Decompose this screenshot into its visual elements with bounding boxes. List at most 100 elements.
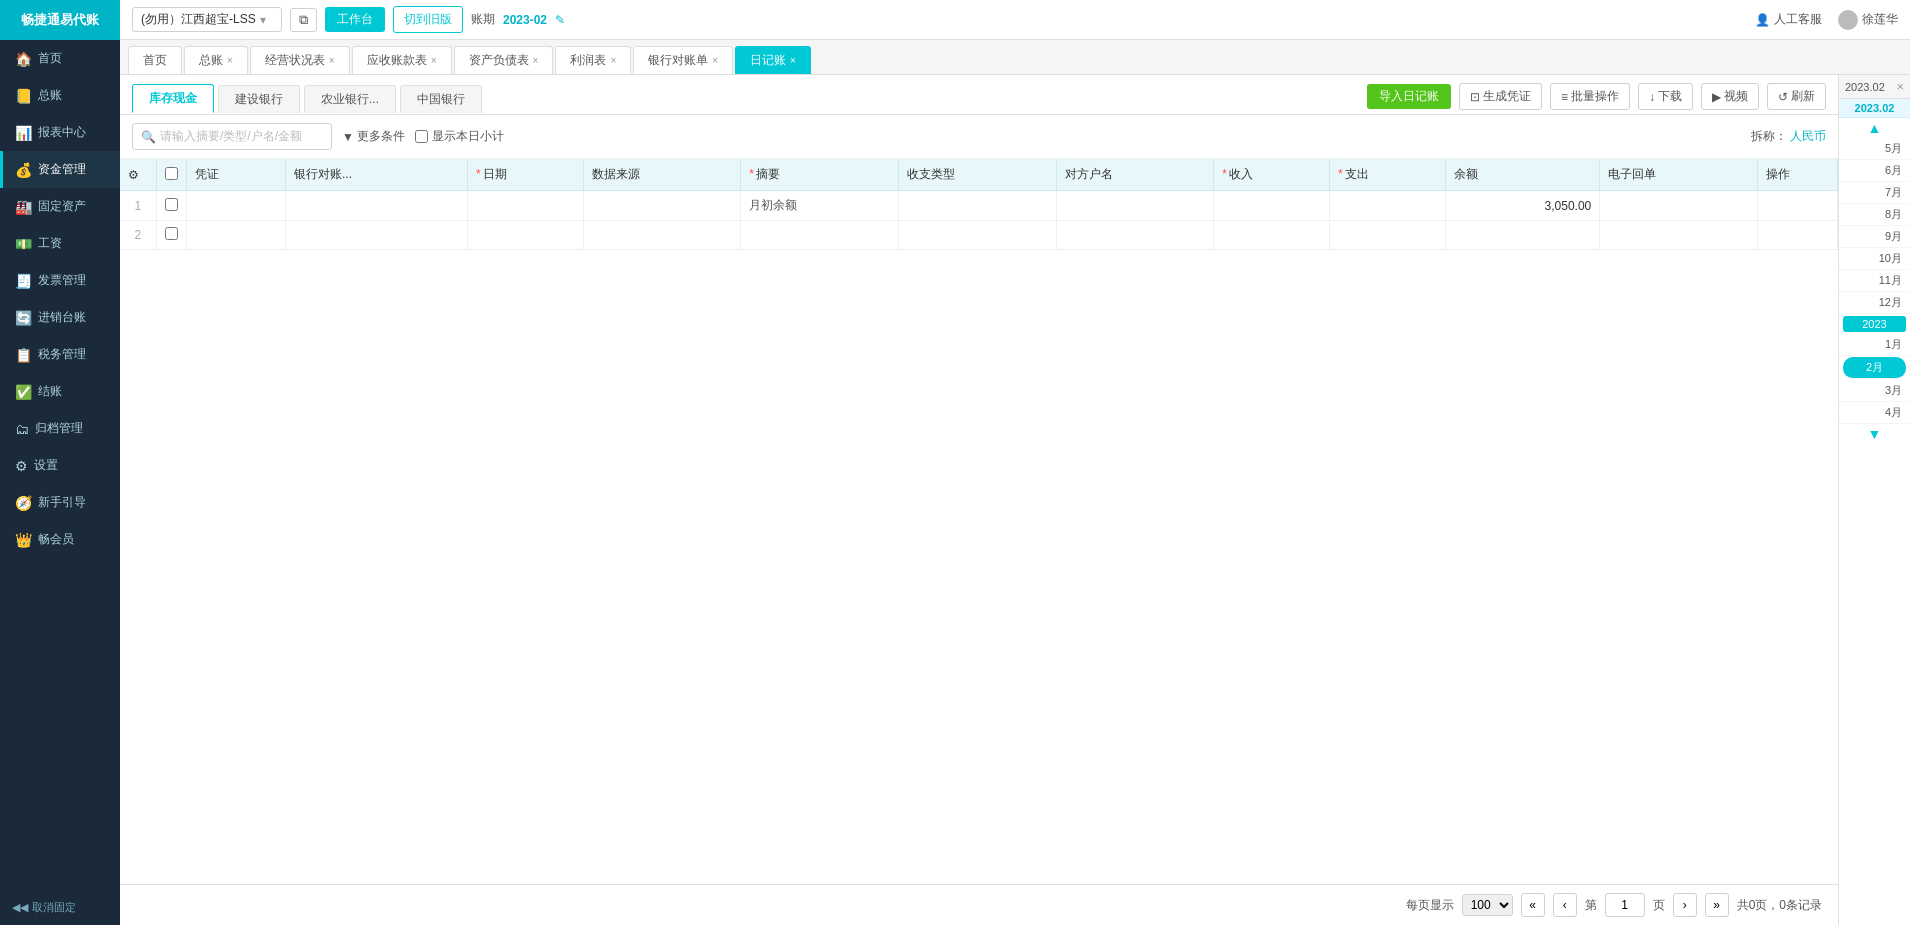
th-settings[interactable]: ⚙ [120,159,156,191]
filterbar: 🔍 请输入摘要/类型/户名/金额 ▼ 更多条件 显示本日小计 拆称： 人民币 [120,115,1838,159]
td-check[interactable] [156,191,186,221]
td-check[interactable] [156,221,186,250]
date-year-label[interactable]: 2023 [1843,316,1906,332]
per-page-select[interactable]: 20 50 100 200 [1462,894,1513,916]
td-expense [1330,221,1446,250]
tab-close-icon[interactable]: × [431,55,437,66]
download-button[interactable]: ↓ 下载 [1638,83,1693,110]
date-month-9[interactable]: 9月 [1839,226,1910,248]
sidebar-item-asset-mgmt[interactable]: 💰 资金管理 [0,151,120,188]
last-page-button[interactable]: » [1705,893,1729,917]
tab-profit[interactable]: 利润表 × [555,46,631,74]
first-page-button[interactable]: « [1521,893,1545,917]
refresh-button[interactable]: ↺ 刷新 [1767,83,1826,110]
copy-button[interactable]: ⧉ [290,8,317,32]
sidebar-item-report[interactable]: 📊 报表中心 [0,114,120,151]
th-date: 日期 [467,159,583,191]
th-balance: 余额 [1445,159,1600,191]
next-page-button[interactable]: › [1673,893,1697,917]
current-page-input[interactable] [1605,893,1645,917]
sidebar-item-guide[interactable]: 🧭 新手引导 [0,484,120,521]
period-value[interactable]: 2023-02 [503,13,547,27]
sub-tab-ccb[interactable]: 建设银行 [218,85,300,113]
date-month-2-active[interactable]: 2月 [1843,357,1906,379]
tab-label: 总账 [199,52,223,69]
date-month-10[interactable]: 10月 [1839,248,1910,270]
sidebar-item-invoice[interactable]: 🧾 发票管理 [0,262,120,299]
sidebar-item-fixed-asset[interactable]: 🏭 固定资产 [0,188,120,225]
oldver-button[interactable]: 切到旧版 [393,6,463,33]
filter-icon: ▼ [342,130,354,144]
tab-close-icon[interactable]: × [610,55,616,66]
date-month-1[interactable]: 1月 [1839,334,1910,356]
tab-balance-sheet[interactable]: 资产负债表 × [454,46,554,74]
video-label: 视频 [1724,88,1748,105]
sub-tab-cash[interactable]: 库存现金 [132,84,214,113]
sub-tab-boc[interactable]: 中国银行 [400,85,482,113]
date-month-7[interactable]: 7月 [1839,182,1910,204]
tab-close-icon[interactable]: × [790,55,796,66]
gen-voucher-button[interactable]: ⊡ 生成凭证 [1459,83,1542,110]
download-icon: ↓ [1649,90,1655,104]
batch-op-button[interactable]: ≡ 批量操作 [1550,83,1630,110]
show-daily-subtotal-checkbox[interactable]: 显示本日小计 [415,128,504,145]
sidebar-item-settings[interactable]: ⚙ 设置 [0,447,120,484]
settings-icon[interactable]: ⚙ [128,168,139,182]
tab-label: 日记账 [750,52,786,69]
sidebar-item-settlement[interactable]: ✅ 结账 [0,373,120,410]
date-month-11[interactable]: 11月 [1839,270,1910,292]
tab-close-icon[interactable]: × [712,55,718,66]
import-journal-button[interactable]: 导入日记账 [1367,84,1451,109]
user-menu[interactable]: 徐莲华 [1838,10,1898,30]
prev-page-button[interactable]: ‹ [1553,893,1577,917]
tab-bank-statement[interactable]: 银行对账单 × [633,46,733,74]
report-icon: 📊 [15,125,32,141]
sidebar-item-salary[interactable]: 💵 工资 [0,225,120,262]
sidebar-unpin[interactable]: ◀◀ 取消固定 [0,890,120,925]
tab-home[interactable]: 首页 [128,46,182,74]
sidebar-item-tax[interactable]: 📋 税务管理 [0,336,120,373]
tab-business-status[interactable]: 经营状况表 × [250,46,350,74]
sidebar-item-member[interactable]: 👑 畅会员 [0,521,120,558]
sidebar-item-ledger[interactable]: 📒 总账 [0,77,120,114]
period-edit-icon[interactable]: ✎ [555,13,565,27]
tab-journal[interactable]: 日记账 × [735,46,811,74]
th-check[interactable] [156,159,186,191]
td-actions [1758,221,1838,250]
unpin-icon: ◀◀ [12,901,28,914]
date-scroll-down-button[interactable]: ▼ [1839,424,1910,444]
select-all-checkbox[interactable] [165,167,178,180]
sidebar-item-label: 资金管理 [38,161,86,178]
tab-close-icon[interactable]: × [329,55,335,66]
tab-ledger[interactable]: 总账 × [184,46,248,74]
sidebar-item-archive[interactable]: 🗂 归档管理 [0,410,120,447]
currency-link[interactable]: 人民币 [1790,129,1826,143]
tab-close-icon[interactable]: × [533,55,539,66]
date-panel-close-icon[interactable]: × [1896,79,1904,94]
workbench-button[interactable]: 工作台 [325,7,385,32]
sidebar-item-label: 税务管理 [38,346,86,363]
date-month-12[interactable]: 12月 [1839,292,1910,314]
company-select[interactable]: (勿用）江西超宝-LSS ▾ [132,7,282,32]
video-button[interactable]: ▶ 视频 [1701,83,1759,110]
support-link[interactable]: 👤 人工客服 [1755,11,1822,28]
sidebar-item-home[interactable]: 🏠 首页 [0,40,120,77]
tab-receivable[interactable]: 应收账款表 × [352,46,452,74]
date-month-6[interactable]: 6月 [1839,160,1910,182]
sub-tabbar: 库存现金 建设银行 农业银行... 中国银行 导入日记账 ⊡ 生成凭证 ≡ 批量… [120,75,1838,115]
more-filter-button[interactable]: ▼ 更多条件 [342,128,405,145]
row-checkbox[interactable] [165,198,178,211]
row-checkbox[interactable] [165,227,178,240]
date-scroll-up-button[interactable]: ▲ [1839,118,1910,138]
search-input-container[interactable]: 🔍 请输入摘要/类型/户名/金额 [132,123,332,150]
date-month-5[interactable]: 5月 [1839,138,1910,160]
sidebar-item-purchase-sale[interactable]: 🔄 进销台账 [0,299,120,336]
date-month-4[interactable]: 4月 [1839,402,1910,424]
topbar-right: 👤 人工客服 徐莲华 [1755,10,1898,30]
td-source [583,191,741,221]
date-month-3[interactable]: 3月 [1839,380,1910,402]
sub-tab-abc[interactable]: 农业银行... [304,85,396,113]
date-month-8[interactable]: 8月 [1839,204,1910,226]
tab-close-icon[interactable]: × [227,55,233,66]
daily-subtotal-check[interactable] [415,130,428,143]
